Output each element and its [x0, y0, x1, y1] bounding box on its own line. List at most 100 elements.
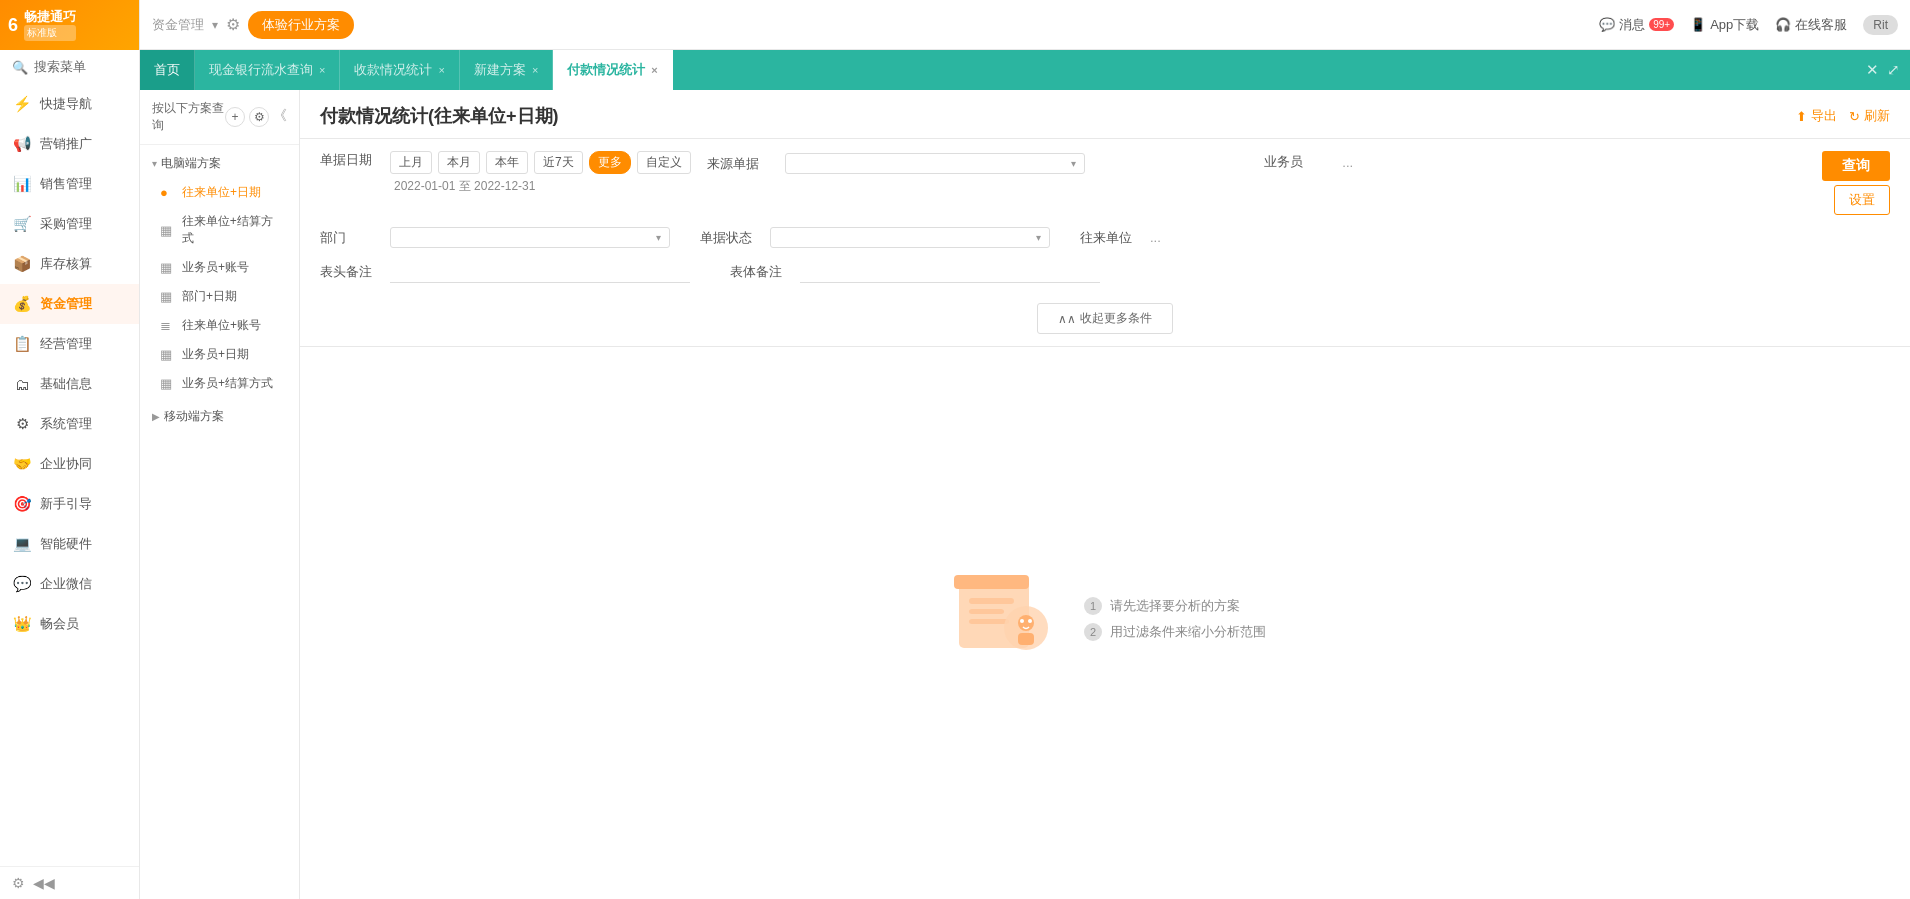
tabbar: 首页 现金银行流水查询 × 收款情况统计 × 新建方案 × 付款情况统计 × ✕…: [140, 50, 1910, 90]
scheme-mobile-title[interactable]: ▶ 移动端方案: [140, 402, 299, 431]
scheme-item-unit-settle[interactable]: ▦ 往来单位+结算方式: [140, 207, 299, 253]
settings-footer-btn[interactable]: ⚙: [12, 875, 25, 891]
sidebar-item-smart-hw[interactable]: 💻 智能硬件: [0, 524, 139, 564]
collapse-filter-btn[interactable]: ∧∧ 收起更多条件: [1037, 303, 1173, 334]
filter-row-1: 单据日期 上月 本月 本年 近7天 更多 自定义: [320, 151, 1890, 215]
date-btn-more[interactable]: 更多: [589, 151, 631, 174]
tab-new-scheme-label: 新建方案: [474, 61, 526, 79]
scheme-settings-btn[interactable]: ⚙: [249, 107, 269, 127]
sidebar-item-sales[interactable]: 📊 销售管理: [0, 164, 139, 204]
collapse-label: 收起更多条件: [1080, 310, 1152, 327]
scheme-item-icon: ▦: [160, 223, 176, 238]
tab-new-scheme[interactable]: 新建方案 ×: [460, 50, 553, 90]
body-note-input[interactable]: [800, 260, 1100, 283]
doc-status-chevron-icon: ▾: [1036, 232, 1041, 243]
tab-bank[interactable]: 现金银行流水查询 ×: [195, 50, 340, 90]
dept-select[interactable]: ▾: [390, 227, 670, 248]
refresh-action[interactable]: ↻ 刷新: [1849, 107, 1890, 125]
tab-close-all-btn[interactable]: ✕: [1866, 61, 1879, 79]
tab-collection-close[interactable]: ×: [438, 64, 444, 76]
sidebar-item-system[interactable]: ⚙ 系统管理: [0, 404, 139, 444]
tab-bank-close[interactable]: ×: [319, 64, 325, 76]
scheme-add-btn[interactable]: +: [225, 107, 245, 127]
doc-status-select[interactable]: ▾: [770, 227, 1050, 248]
tab-collection[interactable]: 收款情况统计 ×: [340, 50, 459, 90]
tab-payment-label: 付款情况统计: [567, 61, 645, 79]
scheme-item-icon: ▦: [160, 289, 176, 304]
sidebar-item-label: 库存核算: [40, 255, 92, 273]
collapse-sidebar-btn[interactable]: ◀◀: [33, 875, 55, 891]
sidebar-item-guide[interactable]: 🎯 新手引导: [0, 484, 139, 524]
tab-payment-close[interactable]: ×: [651, 64, 657, 76]
sidebar-item-finance[interactable]: 💰 资金管理: [0, 284, 139, 324]
scheme-mobile-group: ▶ 移动端方案: [140, 402, 299, 431]
date-btn-this-year[interactable]: 本年: [486, 151, 528, 174]
purchase-icon: 🛒: [12, 214, 32, 234]
online-service-action[interactable]: 🎧 在线客服: [1775, 16, 1847, 34]
message-icon: 💬: [1599, 17, 1615, 32]
empty-step-2: 2 用过滤条件来缩小分析范围: [1084, 623, 1266, 641]
sidebar-item-basic-info[interactable]: 🗂 基础信息: [0, 364, 139, 404]
scheme-item-sales-account[interactable]: ▦ 业务员+账号: [140, 253, 299, 282]
empty-state: 1 请先选择要分析的方案 2 用过滤条件来缩小分析范围: [300, 347, 1910, 899]
message-action[interactable]: 💬 消息 99+: [1599, 16, 1674, 34]
sidebar-item-inventory[interactable]: 📦 库存核算: [0, 244, 139, 284]
app-download-label: App下载: [1710, 16, 1759, 34]
scheme-item-icon: ▦: [160, 376, 176, 391]
sidebar-item-member[interactable]: 👑 畅会员: [0, 604, 139, 644]
empty-row: 1 请先选择要分析的方案 2 用过滤条件来缩小分析范围: [944, 553, 1266, 693]
source-select[interactable]: ▾: [785, 153, 1085, 174]
export-label: 导出: [1811, 107, 1837, 125]
filter-settings-button[interactable]: 设置: [1834, 185, 1890, 215]
scheme-item-sales-date[interactable]: ▦ 业务员+日期: [140, 340, 299, 369]
scheme-item-unit-date[interactable]: ● 往来单位+日期: [140, 178, 299, 207]
sidebar-search[interactable]: 🔍 搜索菜单: [0, 50, 139, 84]
sidebar-item-wechat[interactable]: 💬 企业微信: [0, 564, 139, 604]
date-options: 上月 本月 本年 近7天 更多 自定义 2022-01-01 至 2022-12…: [390, 151, 691, 195]
query-button[interactable]: 查询: [1822, 151, 1890, 181]
sidebar-item-collab[interactable]: 🤝 企业协同: [0, 444, 139, 484]
tab-expand-btn[interactable]: ⤢: [1887, 61, 1900, 79]
scheme-item-dept-date[interactable]: ▦ 部门+日期: [140, 282, 299, 311]
scheme-panel-title: 按以下方案查询: [152, 100, 225, 134]
scheme-mobile-arrow-icon: ▶: [152, 411, 160, 422]
topbar-right: 💬 消息 99+ 📱 App下载 🎧 在线客服 Rit: [1599, 15, 1898, 35]
empty-text: 1 请先选择要分析的方案 2 用过滤条件来缩小分析范围: [1084, 597, 1266, 649]
scheme-item-label: 业务员+账号: [182, 259, 249, 276]
sidebar-item-quick-nav[interactable]: ⚡ 快捷导航: [0, 84, 139, 124]
date-btn-custom[interactable]: 自定义: [637, 151, 691, 174]
step-1-num: 1: [1084, 597, 1102, 615]
online-service-label: 在线客服: [1795, 16, 1847, 34]
header-note-input[interactable]: [390, 260, 690, 283]
tab-payment[interactable]: 付款情况统计 ×: [553, 50, 672, 90]
topbar-settings-btn[interactable]: ⚙: [226, 15, 240, 34]
scheme-item-icon: ▦: [160, 347, 176, 362]
date-btn-7days[interactable]: 近7天: [534, 151, 583, 174]
scheme-panel-collapse-btn[interactable]: 《: [273, 107, 287, 127]
sidebar-item-purchase[interactable]: 🛒 采购管理: [0, 204, 139, 244]
scheme-item-label: 业务员+日期: [182, 346, 249, 363]
tab-home[interactable]: 首页: [140, 50, 195, 90]
topbar: 资金管理 ▾ ⚙ 体验行业方案 💬 消息 99+ 📱 App下载 🎧 在线客服: [140, 0, 1910, 50]
export-action[interactable]: ⬆ 导出: [1796, 107, 1837, 125]
sidebar-item-operation[interactable]: 📋 经营管理: [0, 324, 139, 364]
tab-new-scheme-close[interactable]: ×: [532, 64, 538, 76]
scheme-item-sales-settle[interactable]: ▦ 业务员+结算方式: [140, 369, 299, 398]
salesperson-label: 业务员: [1264, 153, 1324, 171]
scheme-item-unit-account[interactable]: ≣ 往来单位+账号: [140, 311, 299, 340]
trial-button[interactable]: 体验行业方案: [248, 11, 354, 39]
salesperson-more-btn[interactable]: ...: [1342, 155, 1353, 170]
sidebar-item-marketing[interactable]: 📢 营销推广: [0, 124, 139, 164]
date-btn-last-month[interactable]: 上月: [390, 151, 432, 174]
svg-point-8: [1020, 619, 1024, 623]
scheme-desktop-title[interactable]: ▾ 电脑端方案: [140, 149, 299, 178]
doc-status-label: 单据状态: [700, 229, 760, 247]
related-unit-more-btn[interactable]: ...: [1150, 230, 1161, 245]
date-btn-this-month[interactable]: 本月: [438, 151, 480, 174]
source-chevron-icon: ▾: [1071, 158, 1076, 169]
sidebar-item-label: 销售管理: [40, 175, 92, 193]
user-avatar[interactable]: Rit: [1863, 15, 1898, 35]
app-download-action[interactable]: 📱 App下载: [1690, 16, 1759, 34]
filter-area: 单据日期 上月 本月 本年 近7天 更多 自定义: [300, 139, 1910, 347]
empty-step-1: 1 请先选择要分析的方案: [1084, 597, 1266, 615]
